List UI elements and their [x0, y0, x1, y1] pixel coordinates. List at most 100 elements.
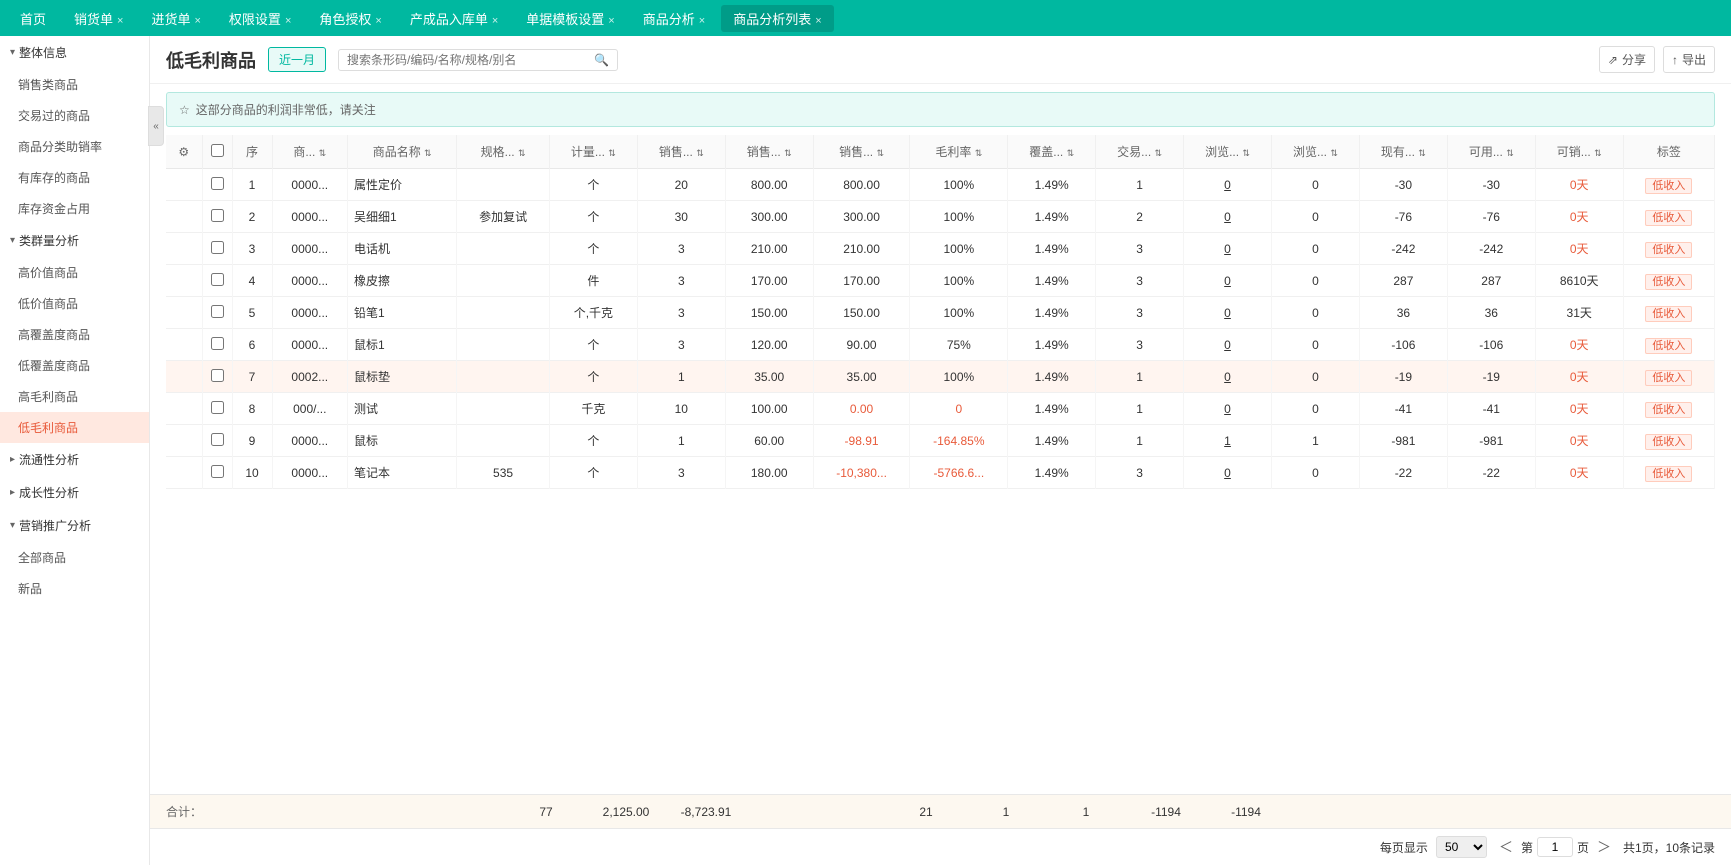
sidebar-group-overall[interactable]: ▾ 整体信息 [0, 36, 149, 69]
sidebar-group-circulation[interactable]: ▸ 流通性分析 [0, 443, 149, 476]
sidebar-group-marketing[interactable]: ▾ 营销推广分析 [0, 509, 149, 542]
table-container[interactable]: ⚙ 序 商... ⇅ 商品名称 ⇅ 规格... ⇅ 计量... ⇅ 销售... … [150, 135, 1731, 794]
col-sale-amt[interactable]: 销售... ⇅ [725, 135, 813, 169]
nav-home[interactable]: 首页 [8, 5, 58, 32]
row-checkbox[interactable] [211, 401, 224, 414]
close-icon[interactable]: × [699, 15, 705, 27]
cell-name[interactable]: 鼠标垫 [348, 361, 457, 393]
col-current[interactable]: 现有... ⇅ [1359, 135, 1447, 169]
cell-checkbox[interactable] [202, 201, 232, 233]
sidebar-item-sales-products[interactable]: 销售类商品 [0, 69, 149, 100]
close-icon[interactable]: × [375, 15, 381, 27]
col-sale-qty[interactable]: 销售... ⇅ [637, 135, 725, 169]
col-sale-profit[interactable]: 销售... ⇅ [813, 135, 910, 169]
row-checkbox[interactable] [211, 305, 224, 318]
cell-name[interactable]: 铅笔1 [348, 297, 457, 329]
nav-template-settings[interactable]: 单据模板设置× [514, 5, 626, 32]
nav-product-analysis[interactable]: 商品分析× [631, 5, 717, 32]
nav-sales[interactable]: 销货单× [62, 5, 135, 32]
cell-checkbox[interactable] [202, 297, 232, 329]
col-browse1[interactable]: 浏览... ⇅ [1184, 135, 1272, 169]
sidebar-item-low-margin[interactable]: 低毛利商品 [0, 412, 149, 443]
sidebar-item-in-stock[interactable]: 有库存的商品 [0, 162, 149, 193]
close-icon[interactable]: × [194, 15, 200, 27]
row-checkbox[interactable] [211, 337, 224, 350]
cell-browse1[interactable]: 0 [1184, 233, 1272, 265]
sidebar-group-growth[interactable]: ▸ 成长性分析 [0, 476, 149, 509]
sidebar-item-traded-products[interactable]: 交易过的商品 [0, 100, 149, 131]
col-spec[interactable]: 规格... ⇅ [457, 135, 550, 169]
filter-date-button[interactable]: 近一月 [268, 47, 326, 72]
col-checkbox[interactable] [202, 135, 232, 169]
col-code[interactable]: 商... ⇅ [272, 135, 348, 169]
sidebar-item-stock-fund[interactable]: 库存资金占用 [0, 193, 149, 224]
cell-browse1[interactable]: 0 [1184, 329, 1272, 361]
cell-checkbox[interactable] [202, 265, 232, 297]
cell-checkbox[interactable] [202, 329, 232, 361]
close-icon[interactable]: × [492, 15, 498, 27]
cell-checkbox[interactable] [202, 233, 232, 265]
row-checkbox[interactable] [211, 433, 224, 446]
close-icon[interactable]: × [815, 15, 821, 27]
close-icon[interactable]: × [608, 15, 614, 27]
cell-checkbox[interactable] [202, 361, 232, 393]
nav-product-analysis-list[interactable]: 商品分析列表× [721, 5, 833, 32]
cell-name[interactable]: 吴细细1 [348, 201, 457, 233]
row-checkbox[interactable] [211, 465, 224, 478]
nav-permissions[interactable]: 权限设置× [217, 5, 303, 32]
col-profit-rate[interactable]: 毛利率 ⇅ [910, 135, 1008, 169]
cell-name[interactable]: 笔记本 [348, 457, 457, 489]
cell-name[interactable]: 橡皮擦 [348, 265, 457, 297]
sidebar-item-all-products[interactable]: 全部商品 [0, 542, 149, 573]
cell-browse1[interactable]: 0 [1184, 457, 1272, 489]
cell-name[interactable]: 鼠标1 [348, 329, 457, 361]
cell-name[interactable]: 电话机 [348, 233, 457, 265]
row-checkbox[interactable] [211, 177, 224, 190]
row-checkbox[interactable] [211, 241, 224, 254]
page-input[interactable] [1537, 837, 1573, 857]
sidebar-item-new-products[interactable]: 新品 [0, 573, 149, 604]
prev-page-button[interactable]: ＜ [1495, 835, 1517, 859]
sidebar-item-high-coverage[interactable]: 高覆盖度商品 [0, 319, 149, 350]
col-unit[interactable]: 计量... ⇅ [549, 135, 637, 169]
nav-purchase[interactable]: 进货单× [139, 5, 212, 32]
row-checkbox[interactable] [211, 273, 224, 286]
col-browse2[interactable]: 浏览... ⇅ [1271, 135, 1359, 169]
sidebar-item-low-coverage[interactable]: 低覆盖度商品 [0, 350, 149, 381]
cell-name[interactable]: 属性定价 [348, 169, 457, 201]
nav-product-entry[interactable]: 产成品入库单× [398, 5, 510, 32]
col-settings[interactable]: ⚙ [166, 135, 202, 169]
search-icon[interactable]: 🔍 [594, 53, 609, 67]
cell-browse1[interactable]: 0 [1184, 201, 1272, 233]
col-name[interactable]: 商品名称 ⇅ [348, 135, 457, 169]
cell-checkbox[interactable] [202, 169, 232, 201]
close-icon[interactable]: × [285, 15, 291, 27]
cell-name[interactable]: 鼠标 [348, 425, 457, 457]
cell-browse1[interactable]: 0 [1184, 265, 1272, 297]
nav-role-auth[interactable]: 角色授权× [307, 5, 393, 32]
row-checkbox[interactable] [211, 369, 224, 382]
col-coverage[interactable]: 覆盖... ⇅ [1008, 135, 1096, 169]
close-icon[interactable]: × [117, 15, 123, 27]
row-checkbox[interactable] [211, 209, 224, 222]
cell-browse1[interactable]: 0 [1184, 361, 1272, 393]
col-available[interactable]: 可用... ⇅ [1447, 135, 1535, 169]
sidebar-item-low-value[interactable]: 低价值商品 [0, 288, 149, 319]
share-button[interactable]: ⇗ 分享 [1599, 46, 1655, 73]
sidebar-collapse-button[interactable]: « [148, 106, 164, 146]
export-button[interactable]: ↑ 导出 [1663, 46, 1715, 73]
cell-checkbox[interactable] [202, 393, 232, 425]
search-input[interactable] [347, 53, 588, 67]
sidebar-group-cluster[interactable]: ▾ 类群量分析 [0, 224, 149, 257]
cell-checkbox[interactable] [202, 425, 232, 457]
next-page-button[interactable]: ＞ [1593, 835, 1615, 859]
cell-browse1[interactable]: 0 [1184, 169, 1272, 201]
cell-checkbox[interactable] [202, 457, 232, 489]
cell-browse1[interactable]: 0 [1184, 297, 1272, 329]
col-saleable[interactable]: 可销... ⇅ [1535, 135, 1623, 169]
select-all-checkbox[interactable] [211, 144, 224, 157]
sidebar-item-high-margin[interactable]: 高毛利商品 [0, 381, 149, 412]
cell-browse1[interactable]: 1 [1184, 425, 1272, 457]
col-trade[interactable]: 交易... ⇅ [1096, 135, 1184, 169]
per-page-select[interactable]: 50 100 200 [1436, 836, 1487, 858]
